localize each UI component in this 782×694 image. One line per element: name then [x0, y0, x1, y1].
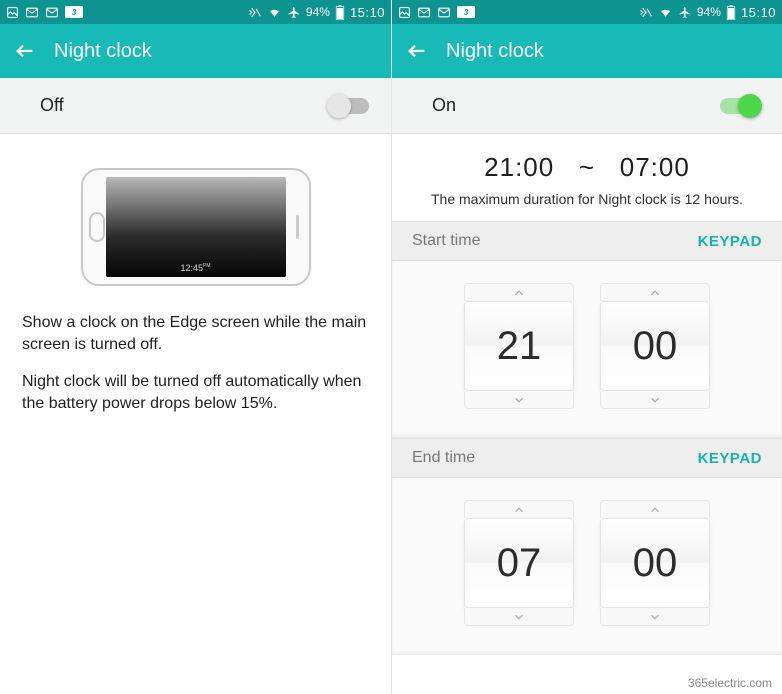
phone-screen-on-state: 3 94% 15:10 Night clock On 21:00: [391, 0, 782, 694]
airplane-icon: [678, 6, 692, 19]
master-toggle-row[interactable]: Off: [0, 78, 391, 134]
battery-icon: [335, 5, 345, 20]
master-switch[interactable]: [329, 98, 369, 114]
phone-screen-off-state: 3 94% 15:10 Night clock Off: [0, 0, 391, 694]
status-time: 15:10: [741, 5, 776, 20]
end-hour-spinner[interactable]: 07: [464, 500, 574, 626]
toggle-label-off: Off: [40, 95, 64, 116]
chevron-up-icon[interactable]: [600, 283, 710, 301]
range-separator: ~: [579, 152, 595, 182]
carrier-icon: 3: [457, 6, 475, 18]
battery-icon: [726, 5, 736, 20]
time-range: 21:00 ~ 07:00: [408, 152, 766, 183]
start-hour-value[interactable]: 21: [464, 301, 574, 391]
time-summary: 21:00 ~ 07:00 The maximum duration for N…: [392, 134, 782, 221]
master-toggle-row[interactable]: On: [392, 78, 782, 134]
duration-hint: The maximum duration for Night clock is …: [408, 191, 766, 207]
status-bar: 3 94% 15:10: [0, 0, 391, 24]
gallery-icon: [6, 6, 19, 19]
app-title: Night clock: [54, 40, 152, 63]
status-bar: 3 94% 15:10: [392, 0, 782, 24]
wifi-icon: [267, 6, 282, 19]
end-time-picker: 07 00: [392, 478, 782, 655]
watermark: 365electric.com: [688, 676, 772, 690]
chevron-up-icon[interactable]: [600, 500, 710, 518]
end-time-label: End time: [412, 449, 475, 467]
status-left-icons: 3: [6, 6, 83, 19]
on-state-content: 21:00 ~ 07:00 The maximum duration for N…: [392, 134, 782, 694]
chevron-up-icon[interactable]: [464, 283, 574, 301]
svg-text:3: 3: [72, 8, 77, 17]
chevron-up-icon[interactable]: [464, 500, 574, 518]
start-time-header: Start time KEYPAD: [392, 221, 782, 261]
airplane-icon: [287, 6, 301, 19]
vibrate-icon: [639, 6, 653, 19]
start-time-picker: 21 00: [392, 261, 782, 438]
mail-icon-2: [45, 6, 59, 19]
back-icon[interactable]: [406, 40, 428, 62]
mail-icon: [417, 6, 431, 19]
vibrate-icon: [248, 6, 262, 19]
preview-clock: 12:45PM: [106, 263, 286, 273]
end-minute-value[interactable]: 00: [600, 518, 710, 608]
status-right-icons: 94% 15:10: [248, 5, 385, 20]
keypad-button[interactable]: KEYPAD: [698, 233, 762, 250]
two-screen-container: 3 94% 15:10 Night clock Off: [0, 0, 782, 694]
end-hour-value[interactable]: 07: [464, 518, 574, 608]
master-switch[interactable]: [720, 98, 760, 114]
start-minute-spinner[interactable]: 00: [600, 283, 710, 409]
chevron-down-icon[interactable]: [600, 391, 710, 409]
battery-percent: 94%: [697, 5, 721, 19]
mail-icon: [25, 6, 39, 19]
range-end: 07:00: [620, 152, 690, 182]
start-time-label: Start time: [412, 232, 480, 250]
battery-percent: 94%: [306, 5, 330, 19]
description-1: Show a clock on the Edge screen while th…: [22, 312, 369, 357]
chevron-down-icon[interactable]: [600, 608, 710, 626]
mail-icon-2: [437, 6, 451, 19]
keypad-button[interactable]: KEYPAD: [698, 450, 762, 467]
toggle-label-on: On: [432, 95, 456, 116]
chevron-down-icon[interactable]: [464, 608, 574, 626]
off-state-content: 12:45PM Show a clock on the Edge screen …: [0, 134, 391, 694]
description-2: Night clock will be turned off automatic…: [22, 371, 369, 416]
chevron-down-icon[interactable]: [464, 391, 574, 409]
home-button-graphic: [89, 212, 105, 242]
app-bar: Night clock: [392, 24, 782, 78]
device-frame: 12:45PM: [81, 168, 311, 286]
speaker-graphic: [296, 215, 299, 239]
status-left-icons: 3: [398, 6, 475, 19]
carrier-icon: 3: [65, 6, 83, 18]
device-preview: 12:45PM: [22, 154, 369, 312]
start-hour-spinner[interactable]: 21: [464, 283, 574, 409]
gallery-icon: [398, 6, 411, 19]
status-right-icons: 94% 15:10: [639, 5, 776, 20]
start-minute-value[interactable]: 00: [600, 301, 710, 391]
app-bar: Night clock: [0, 24, 391, 78]
wifi-icon: [658, 6, 673, 19]
app-title: Night clock: [446, 40, 544, 63]
end-time-header: End time KEYPAD: [392, 438, 782, 478]
status-time: 15:10: [350, 5, 385, 20]
end-minute-spinner[interactable]: 00: [600, 500, 710, 626]
device-screen-graphic: 12:45PM: [106, 177, 286, 277]
back-icon[interactable]: [14, 40, 36, 62]
svg-text:3: 3: [464, 8, 469, 17]
range-start: 21:00: [484, 152, 554, 182]
